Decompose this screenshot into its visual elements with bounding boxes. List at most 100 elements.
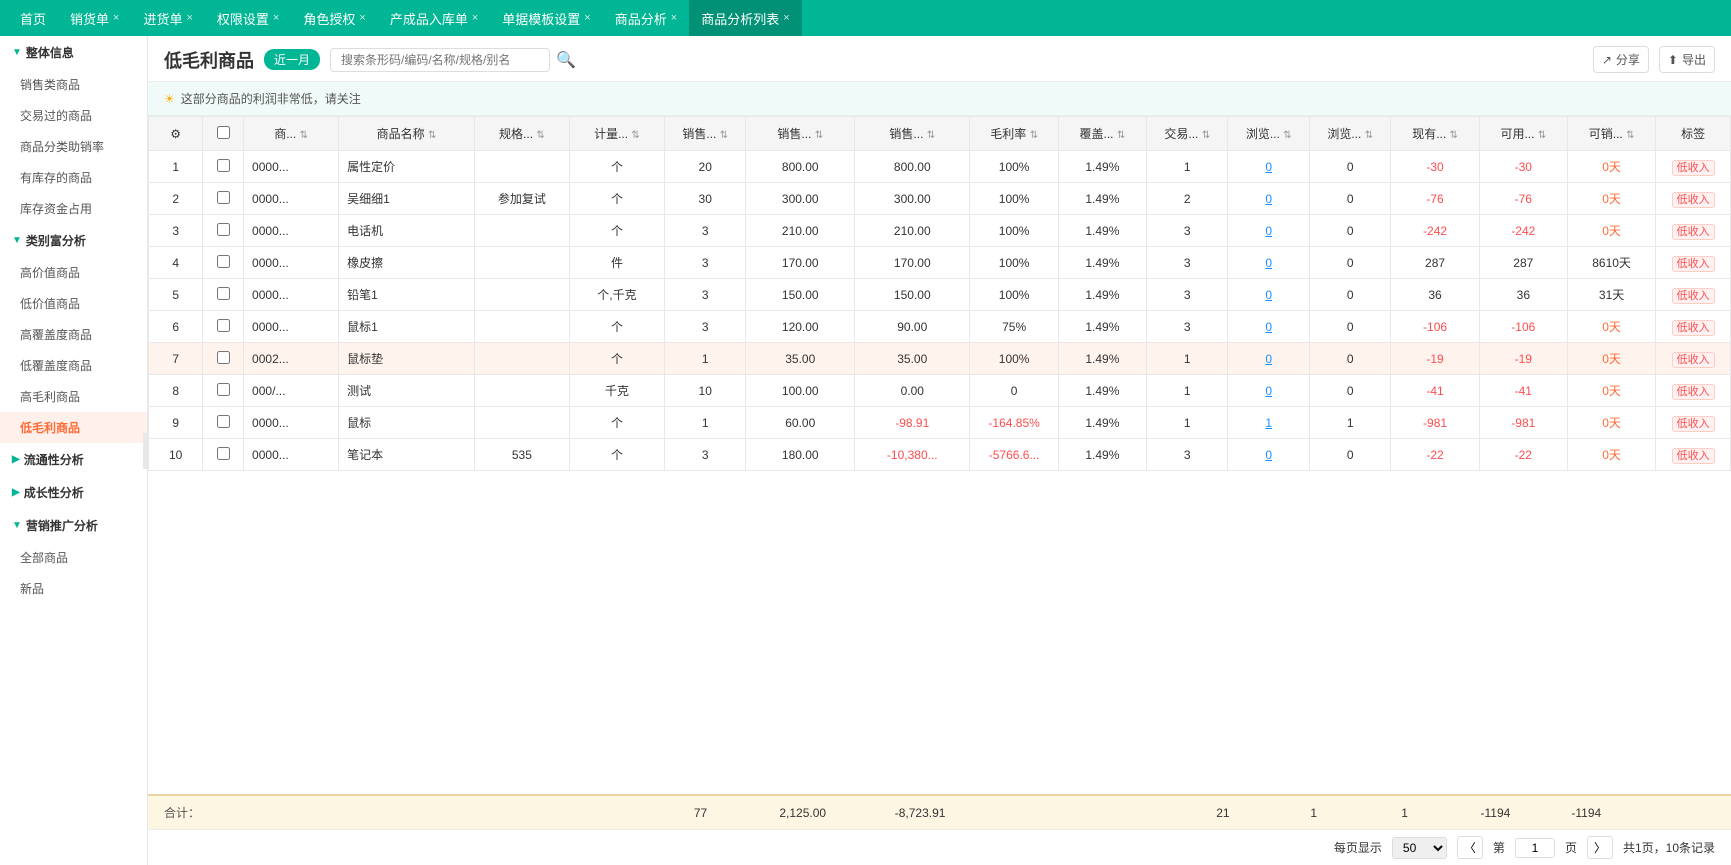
search-icon[interactable]: 🔍 xyxy=(556,50,576,70)
row-view1[interactable]: 0 xyxy=(1228,439,1309,471)
table-container[interactable]: ⚙ 商... ⇅ 商品名称 ⇅ 规格... ⇅ 计量... ⇅ 销售... ⇅ … xyxy=(148,116,1731,794)
nav-permissions[interactable]: 权限设置 × xyxy=(205,0,291,36)
row-unit: 个 xyxy=(569,439,664,471)
row-view1[interactable]: 0 xyxy=(1228,279,1309,311)
sidebar-item-low-value[interactable]: 低价值商品 xyxy=(0,288,147,319)
row-checkbox-cell[interactable] xyxy=(203,311,244,343)
row-view1[interactable]: 0 xyxy=(1228,375,1309,407)
page-input[interactable] xyxy=(1515,838,1555,858)
sidebar-item-all-goods[interactable]: 全部商品 xyxy=(0,542,147,573)
row-index: 4 xyxy=(149,247,203,279)
row-checkbox[interactable] xyxy=(217,191,230,204)
sidebar-item-traded-goods[interactable]: 交易过的商品 xyxy=(0,100,147,131)
col-unit[interactable]: 计量... ⇅ xyxy=(569,117,664,151)
row-checkbox[interactable] xyxy=(217,319,230,332)
col-checkbox[interactable] xyxy=(203,117,244,151)
col-settings[interactable]: ⚙ xyxy=(149,117,203,151)
row-checkbox-cell[interactable] xyxy=(203,279,244,311)
row-checkbox[interactable] xyxy=(217,415,230,428)
col-days[interactable]: 可销... ⇅ xyxy=(1567,117,1655,151)
col-qty[interactable]: 销售... ⇅ xyxy=(664,117,745,151)
sidebar-item-stock-capital[interactable]: 库存资金占用 xyxy=(0,193,147,224)
sidebar-item-high-margin[interactable]: 高毛利商品 xyxy=(0,381,147,412)
row-view1[interactable]: 1 xyxy=(1228,407,1309,439)
col-view1[interactable]: 浏览... ⇅ xyxy=(1228,117,1309,151)
row-checkbox-cell[interactable] xyxy=(203,407,244,439)
col-spec[interactable]: 规格... ⇅ xyxy=(474,117,569,151)
time-filter-tag[interactable]: 近一月 xyxy=(264,49,320,70)
search-input[interactable] xyxy=(330,48,550,72)
sidebar-item-high-value[interactable]: 高价值商品 xyxy=(0,257,147,288)
row-checkbox-cell[interactable] xyxy=(203,375,244,407)
row-view1[interactable]: 0 xyxy=(1228,343,1309,375)
close-icon[interactable]: × xyxy=(113,12,119,24)
row-checkbox[interactable] xyxy=(217,447,230,460)
col-margin[interactable]: 毛利率 ⇅ xyxy=(970,117,1058,151)
row-checkbox-cell[interactable] xyxy=(203,439,244,471)
col-tag[interactable]: 标签 xyxy=(1656,117,1731,151)
row-checkbox[interactable] xyxy=(217,255,230,268)
close-icon[interactable]: × xyxy=(273,12,279,24)
per-page-select[interactable]: 50 100 xyxy=(1392,837,1447,859)
nav-product-analysis-list[interactable]: 商品分析列表 × xyxy=(689,0,801,36)
sidebar-item-low-margin[interactable]: 低毛利商品 xyxy=(0,412,147,443)
row-checkbox-cell[interactable] xyxy=(203,183,244,215)
row-checkbox-cell[interactable] xyxy=(203,343,244,375)
sidebar-item-high-coverage[interactable]: 高覆盖度商品 xyxy=(0,319,147,350)
sidebar-group-growth[interactable]: ▶ 成长性分析 xyxy=(0,476,147,509)
row-checkbox-cell[interactable] xyxy=(203,215,244,247)
row-checkbox[interactable] xyxy=(217,159,230,172)
sidebar-group-overall[interactable]: ▼ 整体信息 xyxy=(0,36,147,69)
close-icon[interactable]: × xyxy=(186,12,192,24)
nav-home[interactable]: 首页 xyxy=(8,0,58,36)
row-view1[interactable]: 0 xyxy=(1228,311,1309,343)
nav-purchase[interactable]: 进货单 × xyxy=(131,0,204,36)
next-page-btn[interactable]: 〉 xyxy=(1587,836,1613,859)
tag-badge: 低收入 xyxy=(1672,416,1715,432)
col-price[interactable]: 销售... ⇅ xyxy=(746,117,855,151)
nav-template-setting[interactable]: 单据模板设置 × xyxy=(490,0,602,36)
sidebar-group-marketing[interactable]: ▼ 营销推广分析 xyxy=(0,509,147,542)
row-checkbox-cell[interactable] xyxy=(203,151,244,183)
prev-page-btn[interactable]: 〈 xyxy=(1457,836,1483,859)
row-unit: 个 xyxy=(569,407,664,439)
sidebar-group-flow[interactable]: ▶ 流通性分析 xyxy=(0,443,147,476)
row-view1[interactable]: 0 xyxy=(1228,247,1309,279)
close-icon[interactable]: × xyxy=(783,12,789,24)
sidebar-item-stock-goods[interactable]: 有库存的商品 xyxy=(0,162,147,193)
col-code[interactable]: 商... ⇅ xyxy=(244,117,339,151)
row-checkbox[interactable] xyxy=(217,287,230,300)
close-icon[interactable]: × xyxy=(671,12,677,24)
sidebar-item-sales-goods[interactable]: 销售类商品 xyxy=(0,69,147,100)
col-avail[interactable]: 可用... ⇅ xyxy=(1479,117,1567,151)
close-icon[interactable]: × xyxy=(359,12,365,24)
sidebar-item-low-coverage[interactable]: 低覆盖度商品 xyxy=(0,350,147,381)
sidebar-group-category[interactable]: ▼ 类别富分析 xyxy=(0,224,147,257)
nav-role-auth[interactable]: 角色授权 × xyxy=(291,0,377,36)
select-all-checkbox[interactable] xyxy=(217,126,230,139)
col-view2[interactable]: 浏览... ⇅ xyxy=(1309,117,1390,151)
col-stock[interactable]: 现有... ⇅ xyxy=(1391,117,1479,151)
nav-sales[interactable]: 销货单 × xyxy=(58,0,131,36)
nav-product-entry[interactable]: 产成品入库单 × xyxy=(378,0,490,36)
col-coverage[interactable]: 覆盖... ⇅ xyxy=(1058,117,1146,151)
sidebar-collapse-btn[interactable]: « xyxy=(143,433,148,469)
footer-view1: 1 xyxy=(1268,806,1359,820)
row-checkbox[interactable] xyxy=(217,383,230,396)
row-checkbox[interactable] xyxy=(217,223,230,236)
row-checkbox-cell[interactable] xyxy=(203,247,244,279)
share-button[interactable]: ↗ 分享 xyxy=(1593,46,1649,73)
row-checkbox[interactable] xyxy=(217,351,230,364)
close-icon[interactable]: × xyxy=(472,12,478,24)
nav-product-analysis[interactable]: 商品分析 × xyxy=(603,0,689,36)
export-button[interactable]: ⬆ 导出 xyxy=(1659,46,1715,73)
close-icon[interactable]: × xyxy=(584,12,590,24)
row-view1[interactable]: 0 xyxy=(1228,183,1309,215)
row-view1[interactable]: 0 xyxy=(1228,151,1309,183)
sidebar-item-new-goods[interactable]: 新品 xyxy=(0,573,147,604)
col-trade[interactable]: 交易... ⇅ xyxy=(1147,117,1228,151)
col-name[interactable]: 商品名称 ⇅ xyxy=(339,117,475,151)
col-amount[interactable]: 销售... ⇅ xyxy=(855,117,970,151)
row-view1[interactable]: 0 xyxy=(1228,215,1309,247)
sidebar-item-category-rate[interactable]: 商品分类助销率 xyxy=(0,131,147,162)
